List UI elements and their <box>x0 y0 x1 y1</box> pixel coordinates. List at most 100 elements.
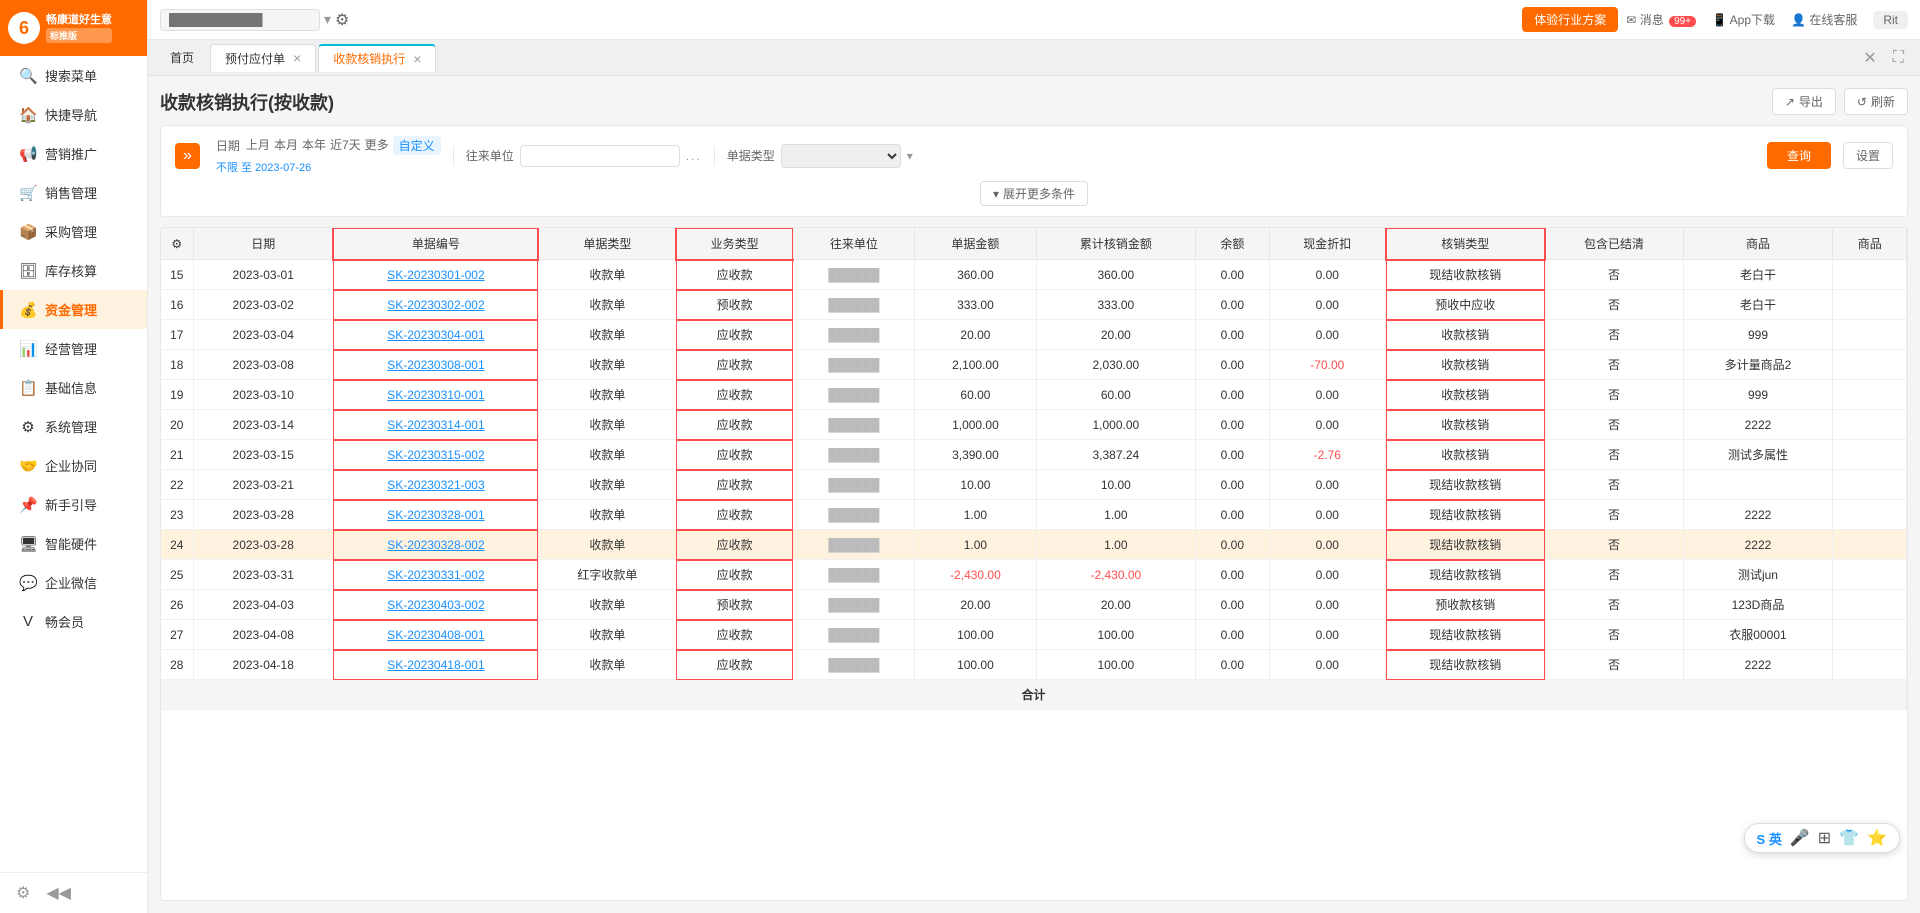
col-goods1[interactable]: 商品 <box>1683 228 1833 260</box>
expand-icon[interactable]: ⛶ <box>1885 49 1912 67</box>
doc-link[interactable]: SK-20230408-001 <box>387 628 484 642</box>
expand-more-btn[interactable]: ▾ 展开更多条件 <box>980 181 1088 206</box>
export-btn[interactable]: ↗ 导出 <box>1772 88 1836 115</box>
col-date[interactable]: 日期 <box>193 228 333 260</box>
doctype-dropdown-icon[interactable]: ▾ <box>907 149 913 163</box>
star-icon[interactable]: ⭐ <box>1867 828 1887 848</box>
sidebar-item-wechat[interactable]: 💬 企业微信 <box>0 563 147 602</box>
doc-link[interactable]: SK-20230304-001 <box>387 328 484 342</box>
close-all-icon[interactable]: ✕ <box>1855 48 1884 68</box>
doc-link[interactable]: SK-20230301-002 <box>387 268 484 282</box>
cell-verifytype: 现结收款核销 <box>1386 560 1545 590</box>
doctype-select[interactable] <box>781 144 901 168</box>
data-table-wrap: ⚙ 日期 单据编号 单据类型 业务类型 往来单位 单据金额 累计核销金额 余额 … <box>160 227 1908 901</box>
col-balance[interactable]: 余额 <box>1196 228 1269 260</box>
cell-biztype: 应收款 <box>676 500 792 530</box>
dropdown-icon[interactable]: ▾ <box>324 11 331 28</box>
col-included[interactable]: 包含已结清 <box>1545 228 1683 260</box>
cell-goods1 <box>1683 470 1833 500</box>
cell-included: 否 <box>1545 320 1683 350</box>
col-goods2[interactable]: 商品 <box>1833 228 1907 260</box>
sidebar-item-marketing[interactable]: 📢 营销推广 <box>0 134 147 173</box>
this-year-btn[interactable]: 本年 <box>302 136 326 155</box>
table-row: 22 2023-03-21 SK-20230321-003 收款单 应收款 ██… <box>161 470 1907 500</box>
app-download-area[interactable]: 📱 App下载 <box>1712 11 1775 28</box>
tab-home[interactable]: 首页 <box>156 44 208 72</box>
col-setting[interactable]: ⚙ <box>161 228 193 260</box>
col-discount[interactable]: 现金折扣 <box>1269 228 1385 260</box>
sidebar-item-system[interactable]: ⚙ 系统管理 <box>0 407 147 446</box>
cell-amount: 2,100.00 <box>915 350 1036 380</box>
shirt-icon[interactable]: 👕 <box>1839 828 1859 848</box>
floating-toolbar: S 英 🎤 ⊞ 👕 ⭐ <box>1744 823 1900 853</box>
tab-receipt-close[interactable]: × <box>413 52 421 66</box>
mic-icon[interactable]: 🎤 <box>1790 828 1810 848</box>
service-area[interactable]: 👤 在线客服 <box>1791 11 1857 28</box>
doc-link[interactable]: SK-20230302-002 <box>387 298 484 312</box>
sidebar-item-basic[interactable]: 📋 基础信息 <box>0 368 147 407</box>
cell-no: 18 <box>161 350 193 380</box>
sidebar-item-sales[interactable]: 🛒 销售管理 <box>0 173 147 212</box>
sidebar-item-search[interactable]: 🔍 搜索菜单 <box>0 56 147 95</box>
col-docno[interactable]: 单据编号 <box>333 228 538 260</box>
col-verifytype[interactable]: 核销类型 <box>1386 228 1545 260</box>
doc-link[interactable]: SK-20230315-002 <box>387 448 484 462</box>
sidebar-item-quick[interactable]: 🏠 快捷导航 <box>0 95 147 134</box>
query-btn[interactable]: 查询 <box>1767 142 1831 169</box>
more-dates-btn[interactable]: 更多 <box>365 136 389 155</box>
doc-link[interactable]: SK-20230328-001 <box>387 508 484 522</box>
topbar-search-input[interactable] <box>160 9 320 31</box>
tab-prepay[interactable]: 预付应付单 × <box>210 44 316 72</box>
tab-prepay-close[interactable]: × <box>293 51 301 65</box>
sidebar-item-hardware[interactable]: 🖥 智能硬件 <box>0 524 147 563</box>
cell-goods2 <box>1833 440 1907 470</box>
col-partner[interactable]: 往来单位 <box>793 228 915 260</box>
industry-btn[interactable]: 体验行业方案 <box>1522 7 1618 32</box>
cell-goods1: 123D商品 <box>1683 590 1833 620</box>
last-month-btn[interactable]: 上月 <box>246 136 270 155</box>
last-7-days-btn[interactable]: 近7天 <box>330 136 361 155</box>
custom-date-btn[interactable]: 自定义 <box>393 136 441 155</box>
sidebar-item-guide[interactable]: 📌 新手引导 <box>0 485 147 524</box>
refresh-btn[interactable]: ↺ 刷新 <box>1844 88 1908 115</box>
sidebar-item-corp[interactable]: 🤝 企业协同 <box>0 446 147 485</box>
user-name[interactable]: Rit <box>1873 11 1908 29</box>
sidebar-item-label: 企业协同 <box>45 456 97 475</box>
cell-date: 2023-03-01 <box>193 260 333 290</box>
col-amount[interactable]: 单据金额 <box>915 228 1036 260</box>
sidebar-item-member[interactable]: V 畅会员 <box>0 602 147 641</box>
filter-expand-btn[interactable]: » <box>175 143 200 169</box>
col-doctype[interactable]: 单据类型 <box>538 228 676 260</box>
sidebar-item-inventory[interactable]: 🗄 库存核算 <box>0 251 147 290</box>
cell-date: 2023-03-10 <box>193 380 333 410</box>
message-area[interactable]: ✉ 消息 99+ <box>1626 11 1696 28</box>
col-writeoff[interactable]: 累计核销金额 <box>1036 228 1195 260</box>
doc-link[interactable]: SK-20230403-002 <box>387 598 484 612</box>
settings-btn[interactable]: 设置 <box>1843 142 1893 169</box>
doc-link[interactable]: SK-20230331-002 <box>387 568 484 582</box>
cell-writeoff: 20.00 <box>1036 320 1195 350</box>
doc-link[interactable]: SK-20230310-001 <box>387 388 484 402</box>
gear-icon[interactable]: ⚙ <box>335 10 349 30</box>
cell-docno: SK-20230310-001 <box>333 380 538 410</box>
collapse-icon[interactable]: ◀◀ <box>46 883 71 903</box>
this-month-btn[interactable]: 本月 <box>274 136 298 155</box>
table-container[interactable]: ⚙ 日期 单据编号 单据类型 业务类型 往来单位 单据金额 累计核销金额 余额 … <box>161 228 1907 900</box>
cell-biztype: 应收款 <box>676 410 792 440</box>
doc-link[interactable]: SK-20230418-001 <box>387 658 484 672</box>
sidebar-item-operation[interactable]: 📊 经营管理 <box>0 329 147 368</box>
cell-partner: ██████ <box>793 620 915 650</box>
doc-link[interactable]: SK-20230308-001 <box>387 358 484 372</box>
tab-receipt[interactable]: 收款核销执行 × <box>318 44 436 72</box>
settings-icon[interactable]: ⚙ <box>16 883 30 903</box>
grid-icon[interactable]: ⊞ <box>1818 828 1831 848</box>
col-biztype[interactable]: 业务类型 <box>676 228 792 260</box>
partner-input[interactable] <box>520 145 680 167</box>
doc-link[interactable]: SK-20230321-003 <box>387 478 484 492</box>
sidebar-item-purchase[interactable]: 📦 采购管理 <box>0 212 147 251</box>
doc-link[interactable]: SK-20230314-001 <box>387 418 484 432</box>
cell-no: 17 <box>161 320 193 350</box>
sidebar-item-finance[interactable]: 💰 资金管理 <box>0 290 147 329</box>
doc-link[interactable]: SK-20230328-002 <box>387 538 484 552</box>
partner-dots[interactable]: ... <box>686 149 702 163</box>
